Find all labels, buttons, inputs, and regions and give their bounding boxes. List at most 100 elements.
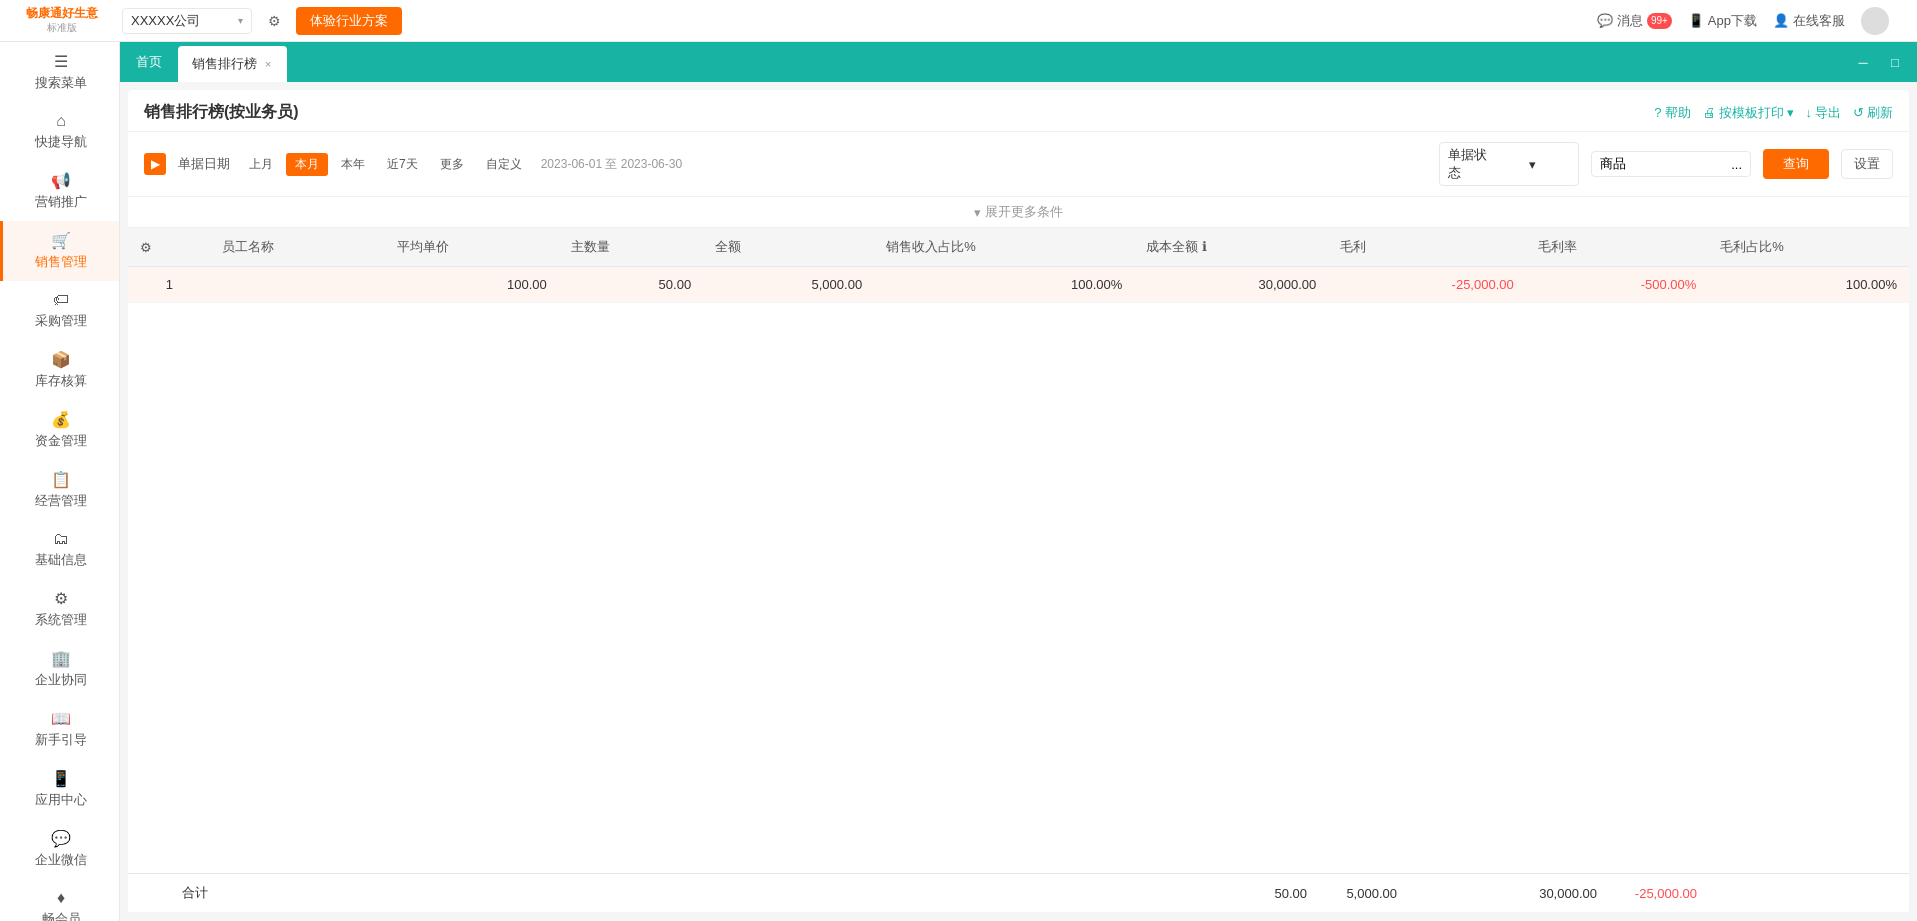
footer-cost: 30,000.00	[1509, 874, 1609, 913]
wechat-icon: 💬	[51, 829, 71, 848]
date-tab-7days[interactable]: 近7天	[378, 153, 427, 176]
sidebar-item-sales[interactable]: 🛒 销售管理	[0, 221, 119, 281]
table-header-row: ⚙ 员工名称 平均单价 主数量 全额 销售收入占比% 成本全额 ℹ 毛利 毛利率…	[128, 228, 1909, 267]
company-selector[interactable]: XXXXX公司 ▾	[122, 8, 252, 34]
footer-empty1	[128, 874, 170, 913]
footer-table: 合计 50.00 5,000.00 30,000.00 -25,000.00	[128, 874, 1909, 913]
date-range-display: 2023-06-01 至 2023-06-30	[541, 156, 682, 173]
refresh-button[interactable]: ↺ 刷新	[1853, 104, 1893, 122]
online-service-label: 在线客服	[1793, 12, 1845, 30]
app-logo: 畅康通好生意 标准版	[12, 6, 112, 34]
expand-more-button[interactable]: ▾ 展开更多条件	[974, 203, 1063, 221]
notification-label: 消息	[1617, 12, 1643, 30]
th-gross: 毛利	[1328, 228, 1525, 267]
sidebar-item-guide[interactable]: 📖 新手引导	[0, 699, 119, 759]
tab-home-label: 首页	[136, 53, 162, 71]
th-avg-price: 平均单价	[385, 228, 559, 267]
sidebar-item-purchase[interactable]: 🏷 采购管理	[0, 281, 119, 340]
column-settings-icon[interactable]: ⚙	[140, 240, 152, 255]
avatar[interactable]	[1861, 7, 1889, 35]
logo-subtitle: 标准版	[47, 21, 77, 35]
minimize-button[interactable]: ─	[1849, 48, 1877, 76]
main-layout: ☰ 搜索菜单 ⌂ 快捷导航 📢 营销推广 🛒 销售管理 🏷 采购管理 📦 库存核…	[0, 42, 1917, 921]
sidebar-item-appcenter[interactable]: 📱 应用中心	[0, 759, 119, 819]
print-button[interactable]: 🖨 按模板打印 ▾	[1703, 104, 1794, 122]
date-tabs: 上月 本月 本年 近7天 更多 自定义	[240, 153, 531, 176]
help-button[interactable]: ? 帮助	[1654, 104, 1690, 122]
sidebar-item-label: 营销推广	[35, 193, 87, 211]
export-button[interactable]: ↓ 导出	[1806, 104, 1842, 122]
tab-home[interactable]: 首页	[120, 42, 178, 82]
td-amount: 5,000.00	[703, 267, 874, 303]
sidebar-item-baseinfo[interactable]: 🗂 基础信息	[0, 520, 119, 579]
sidebar-item-wechat[interactable]: 💬 企业微信	[0, 819, 119, 879]
date-tab-custom[interactable]: 自定义	[477, 153, 531, 176]
export-icon: ↓	[1806, 105, 1813, 120]
footer-empty4	[1709, 874, 1809, 913]
help-icon: ?	[1654, 105, 1661, 120]
tab-sales-ranking[interactable]: 销售排行榜 ×	[178, 46, 287, 82]
app-download-label: App下载	[1708, 12, 1757, 30]
sidebar: ☰ 搜索菜单 ⌂ 快捷导航 📢 营销推广 🛒 销售管理 🏷 采购管理 📦 库存核…	[0, 42, 120, 921]
trial-button[interactable]: 体验行业方案	[296, 7, 402, 35]
date-tab-more[interactable]: 更多	[431, 153, 473, 176]
footer-total-label: 合计	[170, 874, 1159, 913]
sidebar-item-quicknav[interactable]: ⌂ 快捷导航	[0, 102, 119, 161]
service-icon: 👤	[1773, 13, 1789, 28]
date-filter-label: 单据日期	[178, 155, 230, 173]
goods-filter[interactable]: 商品 ...	[1591, 151, 1751, 177]
maximize-button[interactable]: □	[1881, 48, 1909, 76]
setting-button[interactable]: 设置	[1841, 149, 1893, 179]
date-tab-this-year[interactable]: 本年	[332, 153, 374, 176]
online-service-button[interactable]: 👤 在线客服	[1773, 12, 1845, 30]
query-button[interactable]: 查询	[1763, 149, 1829, 179]
sidebar-item-member[interactable]: ♦ 畅会员	[0, 879, 119, 921]
chevron-down-icon: ▾	[974, 205, 981, 220]
date-tab-last-month[interactable]: 上月	[240, 153, 282, 176]
th-amount: 全额	[703, 228, 874, 267]
purchase-icon: 🏷	[53, 291, 69, 309]
tabs-right-actions: ─ □	[1849, 48, 1917, 76]
page-content: 销售排行榜(按业务员) ? 帮助 🖨 按模板打印 ▾ ↓ 导出	[128, 90, 1909, 913]
inventory-icon: 📦	[51, 350, 71, 369]
content-area: 首页 销售排行榜 × ─ □ 销售排行榜(按业务员)	[120, 42, 1917, 921]
th-settings: ⚙	[128, 228, 210, 267]
sidebar-item-search[interactable]: ☰ 搜索菜单	[0, 42, 119, 102]
print-label: 按模板打印	[1719, 104, 1784, 122]
th-name: 员工名称	[210, 228, 384, 267]
sidebar-item-label: 库存核算	[35, 372, 87, 390]
filter-expand-icon[interactable]: ▶	[144, 153, 166, 175]
date-tab-this-month[interactable]: 本月	[286, 153, 328, 176]
app-download-button[interactable]: 📱 App下载	[1688, 12, 1757, 30]
status-filter[interactable]: 单据状态 ▾	[1439, 142, 1579, 186]
minimize-icon: ─	[1858, 55, 1867, 70]
top-right-actions: 💬 消息 99+ 📱 App下载 👤 在线客服	[1597, 7, 1905, 35]
footer-empty2	[1159, 874, 1239, 913]
td-name	[210, 267, 384, 303]
sidebar-item-label: 经营管理	[35, 492, 87, 510]
notification-button[interactable]: 💬 消息 99+	[1597, 12, 1672, 30]
page-header: 销售排行榜(按业务员) ? 帮助 🖨 按模板打印 ▾ ↓ 导出	[128, 90, 1909, 132]
sidebar-item-marketing[interactable]: 📢 营销推广	[0, 161, 119, 221]
mobile-icon: 📱	[1688, 13, 1704, 28]
notification-icon: 💬	[1597, 13, 1613, 28]
top-bar: 畅康通好生意 标准版 XXXXX公司 ▾ ⚙ 体验行业方案 💬 消息 99+ 📱…	[0, 0, 1917, 42]
footer-empty3	[1409, 874, 1509, 913]
sidebar-item-system[interactable]: ⚙ 系统管理	[0, 579, 119, 639]
sidebar-item-cooperation[interactable]: 🏢 企业协同	[0, 639, 119, 699]
sidebar-item-label: 资金管理	[35, 432, 87, 450]
sidebar-item-finance[interactable]: 💰 资金管理	[0, 400, 119, 460]
sidebar-item-label: 应用中心	[35, 791, 87, 809]
settings-icon[interactable]: ⚙	[260, 7, 288, 35]
footer-amount: 5,000.00	[1319, 874, 1409, 913]
table-footer: 合计 50.00 5,000.00 30,000.00 -25,000.00	[128, 873, 1909, 913]
guide-icon: 📖	[51, 709, 71, 728]
sidebar-item-label: 企业微信	[35, 851, 87, 869]
tab-close-icon[interactable]: ×	[263, 56, 273, 72]
sidebar-item-inventory[interactable]: 📦 库存核算	[0, 340, 119, 400]
sidebar-item-label: 搜索菜单	[35, 74, 87, 92]
data-table: ⚙ 员工名称 平均单价 主数量 全额 销售收入占比% 成本全额 ℹ 毛利 毛利率…	[128, 228, 1909, 303]
sidebar-item-operation[interactable]: 📋 经营管理	[0, 460, 119, 520]
member-icon: ♦	[57, 889, 65, 907]
sidebar-item-label: 畅会员	[42, 910, 81, 921]
